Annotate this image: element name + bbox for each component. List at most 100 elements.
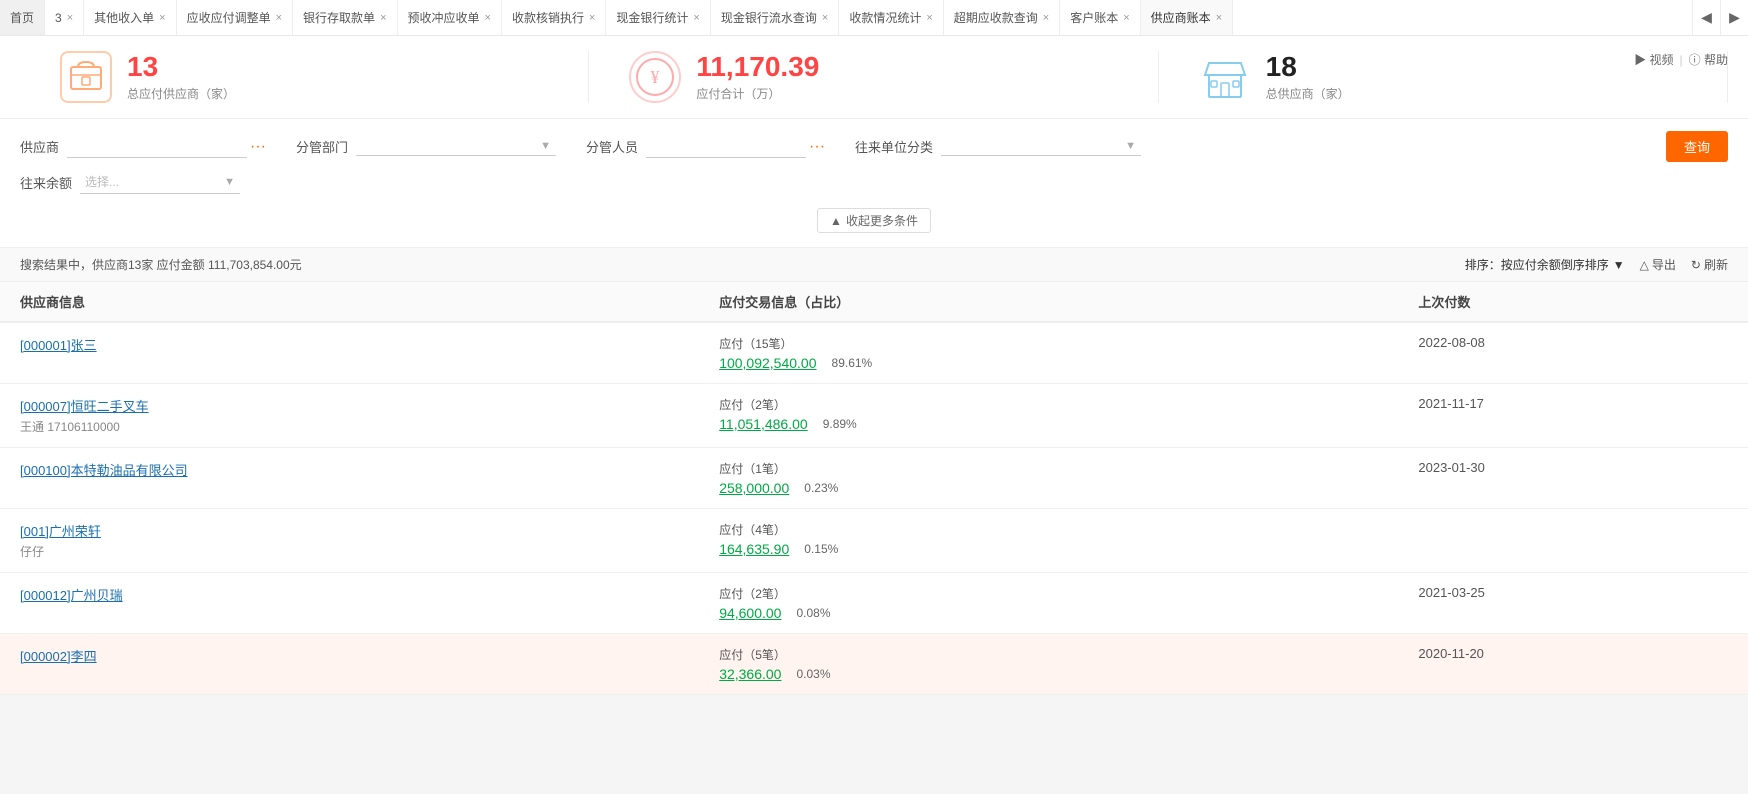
col-last-pay: 上次付数 [1398,282,1748,322]
trans-amount[interactable]: 11,051,486.00 [719,416,808,432]
stat-payable-amount: ¥ 11,170.39 应付合计（万） [589,51,1158,103]
tab-cash-flow-close[interactable]: × [822,12,828,24]
tab-3-close[interactable]: × [67,12,73,24]
tab-collection-stat[interactable]: 收款情况统计 × [839,0,943,35]
sort-label: 排序：按应付余额倒序排序 [1465,256,1609,273]
export-label: 导出 [1652,256,1676,273]
tab-supplier-account[interactable]: 供应商账本 × [1141,0,1233,35]
balance-select-placeholder: 选择... [85,173,224,190]
table-row: [001]广州荣轩仔仔 应付（4笔） 164,635.90 0.15% [0,509,1748,573]
search-button[interactable]: 查询 [1666,131,1728,162]
payable-suppliers-icon [60,51,112,103]
trans-info-cell: 应付（2笔） 94,600.00 0.08% [699,573,1398,634]
last-pay-cell: 2021-03-25 [1398,573,1748,634]
collapse-up-icon: ▲ [830,214,842,228]
collapse-bar: ▲ 收起更多条件 [20,202,1728,235]
filter-person: 分管人员 ··· [586,136,825,158]
tab-cash-bank-stat[interactable]: 现金银行统计 × [606,0,710,35]
supplier-filter-label: 供应商 [20,137,59,156]
tab-customer-account[interactable]: 客户账本 × [1060,0,1140,35]
person-filter-dots[interactable]: ··· [809,138,825,156]
tab-bank-deposit[interactable]: 银行存取款单 × [293,0,397,35]
tab-customer-account-close[interactable]: × [1123,12,1129,24]
tab-collection-label: 收款核销执行 [512,9,584,26]
tab-home[interactable]: 首页 [0,0,45,35]
supplier-filter-dots[interactable]: ··· [250,138,266,156]
trans-amount[interactable]: 100,092,540.00 [719,355,816,371]
supplier-table: 供应商信息 应付交易信息（占比） 上次付数 [000001]张三 应付（15笔）… [0,282,1748,695]
refresh-button[interactable]: ↻ 刷新 [1691,256,1728,273]
stats-divider: | [1680,53,1683,67]
total-suppliers-icon [1199,51,1251,103]
supplier-link[interactable]: [000012]广州贝瑞 [20,588,123,603]
filter-balance: 往来余额 选择... ▼ [20,170,240,194]
tab-prepay[interactable]: 预收冲应收单 × [398,0,502,35]
sort-button[interactable]: 排序：按应付余额倒序排序 ▼ [1465,256,1625,273]
category-filter-label: 往来单位分类 [855,137,933,156]
trans-info-cell: 应付（2笔） 11,051,486.00 9.89% [699,384,1398,448]
person-filter-input[interactable] [646,136,806,158]
tab-other-income-close[interactable]: × [159,12,165,24]
payable-amount-content: 11,170.39 应付合计（万） [696,53,819,102]
tab-other-income[interactable]: 其他收入单 × [84,0,176,35]
trans-info-cell: 应付（15笔） 100,092,540.00 89.61% [699,322,1398,384]
supplier-info-cell: [000012]广州贝瑞 [0,573,699,634]
filter-category: 往来单位分类 ▼ [855,137,1141,156]
help-link[interactable]: ⓘ 帮助 [1689,51,1728,68]
dept-filter-select[interactable]: ▼ [356,137,556,156]
supplier-sub-info: 王通 17106110000 [20,418,679,435]
results-summary: 搜索结果中，供应商13家 应付金额 111,703,854.00元 [20,256,302,273]
export-button[interactable]: △ 导出 [1640,256,1676,273]
filter-area: 供应商 ··· 分管部门 ▼ 分管人员 ··· 往来单位分类 ▼ 查询 往来 [0,119,1748,248]
tab-collection[interactable]: 收款核销执行 × [502,0,606,35]
tab-overdue-query[interactable]: 超期应收款查询 × [944,0,1060,35]
payable-suppliers-content: 13 总应付供应商（家） [127,53,235,102]
tab-supplier-account-label: 供应商账本 [1151,9,1211,26]
supplier-link[interactable]: [001]广州荣轩 [20,524,101,539]
tab-ar-ap-adjust-close[interactable]: × [276,12,282,24]
last-pay-cell: 2022-08-08 [1398,322,1748,384]
trans-label: 应付（4笔） [719,521,1378,538]
dept-select-arrow: ▼ [540,140,551,152]
tab-cash-bank-stat-close[interactable]: × [693,12,699,24]
collapse-button[interactable]: ▲ 收起更多条件 [817,208,931,233]
balance-filter-label: 往来余额 [20,173,72,192]
supplier-filter-input[interactable] [67,136,247,158]
trans-label: 应付（2笔） [719,585,1378,602]
category-filter-select[interactable]: ▼ [941,137,1141,156]
tab-collection-close[interactable]: × [589,12,595,24]
last-pay-date: 2023-01-30 [1418,460,1485,475]
nav-prev-button[interactable]: ◀ [1692,0,1720,36]
tab-bank-deposit-close[interactable]: × [380,12,386,24]
supplier-info-cell: [000100]本特勒油品有限公司 [0,448,699,509]
tab-collection-stat-close[interactable]: × [926,12,932,24]
balance-filter-select[interactable]: 选择... ▼ [80,170,240,194]
last-pay-date: 2020-11-20 [1418,646,1484,661]
tab-ar-ap-adjust[interactable]: 应收应付调整单 × [177,0,293,35]
trans-amount[interactable]: 258,000.00 [719,480,789,496]
tab-supplier-account-close[interactable]: × [1216,12,1222,24]
supplier-link[interactable]: [000002]李四 [20,649,97,664]
table-row: [000001]张三 应付（15笔） 100,092,540.00 89.61%… [0,322,1748,384]
trans-label: 应付（2笔） [719,396,1378,413]
tab-overdue-query-label: 超期应收款查询 [954,9,1038,26]
supplier-link[interactable]: [000100]本特勒油品有限公司 [20,463,188,478]
tab-3[interactable]: 3 × [45,0,84,35]
trans-amount[interactable]: 94,600.00 [719,605,781,621]
results-actions: 排序：按应付余额倒序排序 ▼ △ 导出 ↻ 刷新 [1465,256,1728,273]
trans-amount[interactable]: 164,635.90 [719,541,789,557]
tab-overdue-query-close[interactable]: × [1043,12,1049,24]
video-link[interactable]: ▶ 视频 [1634,51,1673,68]
supplier-info-cell: [000007]恒旺二手叉车王通 17106110000 [0,384,699,448]
tab-cash-flow[interactable]: 现金银行流水查询 × [711,0,839,35]
nav-next-button[interactable]: ▶ [1720,0,1748,36]
tab-prepay-close[interactable]: × [485,12,491,24]
trans-pct: 0.08% [796,606,830,620]
table-header-row: 供应商信息 应付交易信息（占比） 上次付数 [0,282,1748,322]
table-body: [000001]张三 应付（15笔） 100,092,540.00 89.61%… [0,322,1748,695]
filter-row-1: 供应商 ··· 分管部门 ▼ 分管人员 ··· 往来单位分类 ▼ 查询 [20,131,1728,162]
collapse-button-label: 收起更多条件 [846,212,918,229]
trans-amount[interactable]: 32,366.00 [719,666,781,682]
supplier-link[interactable]: [000007]恒旺二手叉车 [20,399,149,414]
supplier-link[interactable]: [000001]张三 [20,338,97,353]
